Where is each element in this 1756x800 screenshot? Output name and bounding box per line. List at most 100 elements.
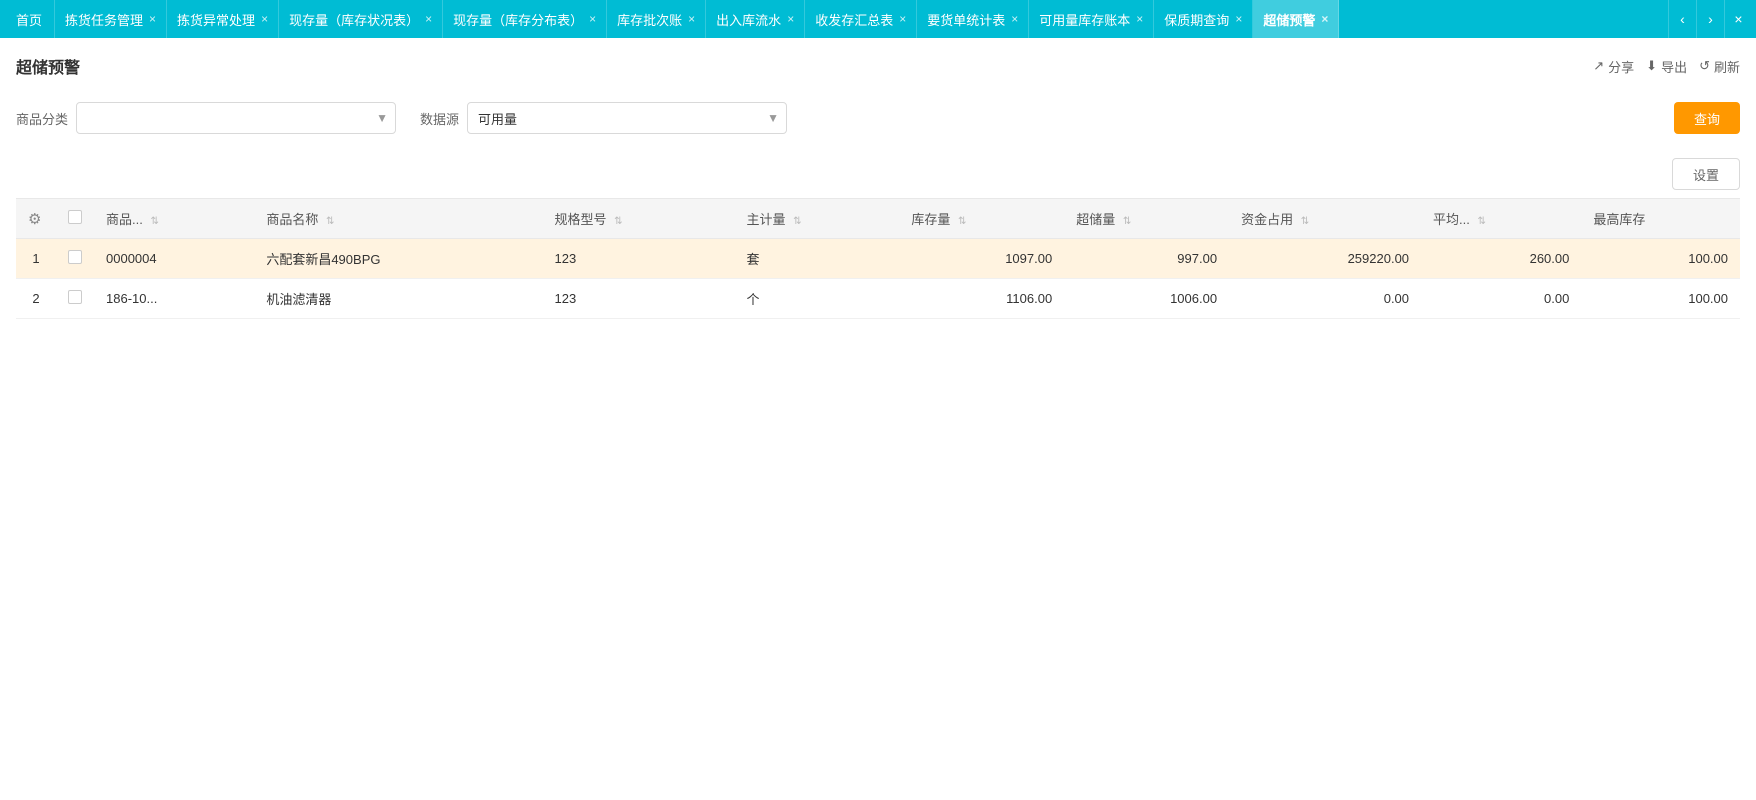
- refresh-icon: ↺: [1699, 58, 1710, 74]
- table-row: 1 0000004 六配套新昌490BPG 123 套 1097.00 997.…: [16, 239, 1740, 279]
- nav-arrow-left[interactable]: ‹: [1668, 0, 1696, 38]
- filter-buttons: 查询: [1674, 102, 1740, 134]
- category-label: 商品分类: [16, 109, 68, 128]
- th-name[interactable]: 商品名称 ⇅: [254, 199, 542, 239]
- td-unit: 套: [734, 239, 899, 279]
- gear-icon: ⚙: [28, 211, 41, 228]
- tab-roast-abnormal[interactable]: 拣货异常处理 ×: [167, 0, 279, 38]
- td-name: 六配套新昌490BPG: [254, 239, 542, 279]
- td-avg: 0.00: [1421, 279, 1581, 319]
- nav-arrow-more[interactable]: ×: [1724, 0, 1752, 38]
- export-action[interactable]: ⬇ 导出: [1646, 57, 1687, 76]
- header-checkbox[interactable]: [68, 210, 82, 224]
- th-gear[interactable]: ⚙: [16, 199, 56, 239]
- data-table: ⚙ 商品... ⇅ 商品名称 ⇅ 规格型号 ⇅ 主计量: [16, 198, 1740, 319]
- table-row: 2 186-10... 机油滤清器 123 个 1106.00 1006.00 …: [16, 279, 1740, 319]
- tab-collect[interactable]: 收发存汇总表 ×: [805, 0, 917, 38]
- td-seq: 1: [16, 239, 56, 279]
- page-title: 超储预警: [16, 54, 80, 78]
- filter-datasource: 数据源 ▼: [420, 102, 787, 134]
- tab-expire[interactable]: 保质期查询 ×: [1154, 0, 1253, 38]
- th-stock[interactable]: 库存量 ⇅: [899, 199, 1064, 239]
- tab-stock-dist[interactable]: 现存量（库存分布表） ×: [443, 0, 607, 38]
- tab-batch[interactable]: 库存批次账 ×: [607, 0, 706, 38]
- th-code[interactable]: 商品... ⇅: [94, 199, 254, 239]
- tab-close-roast-abnormal[interactable]: ×: [261, 12, 268, 26]
- th-capital[interactable]: 资金占用 ⇅: [1229, 199, 1421, 239]
- tab-close-batch[interactable]: ×: [688, 12, 695, 26]
- tab-close-stock-dist[interactable]: ×: [589, 12, 596, 26]
- th-unit[interactable]: 主计量 ⇅: [734, 199, 899, 239]
- category-select-wrapper: ▼: [76, 102, 396, 134]
- td-avg: 260.00: [1421, 239, 1581, 279]
- nav-home[interactable]: 首页: [4, 0, 55, 38]
- sort-avg-icon: ⇅: [1478, 216, 1486, 227]
- export-label: 导出: [1661, 57, 1687, 76]
- category-select[interactable]: [76, 102, 396, 134]
- tab-close-inout[interactable]: ×: [787, 12, 794, 26]
- th-spec[interactable]: 规格型号 ⇅: [543, 199, 735, 239]
- td-unit: 个: [734, 279, 899, 319]
- td-code: 186-10...: [94, 279, 254, 319]
- td-stock: 1106.00: [899, 279, 1064, 319]
- sort-capital-icon: ⇅: [1301, 216, 1309, 227]
- share-label: 分享: [1608, 57, 1634, 76]
- td-checkbox[interactable]: [56, 279, 94, 319]
- td-code: 0000004: [94, 239, 254, 279]
- tab-close-roast-task[interactable]: ×: [149, 12, 156, 26]
- tab-close-expire[interactable]: ×: [1235, 12, 1242, 26]
- datasource-select[interactable]: [467, 102, 787, 134]
- tab-close-collect[interactable]: ×: [899, 12, 906, 26]
- sort-stock-icon: ⇅: [958, 216, 966, 227]
- th-maxstock[interactable]: 最高库存: [1581, 199, 1740, 239]
- row-checkbox-0[interactable]: [68, 250, 82, 264]
- nav-arrows: ‹ › ×: [1668, 0, 1752, 38]
- export-icon: ⬇: [1646, 58, 1657, 74]
- tab-close-stock-status[interactable]: ×: [425, 12, 432, 26]
- td-spec: 123: [543, 279, 735, 319]
- td-over: 997.00: [1064, 239, 1229, 279]
- page-container: 超储预警 ↗ 分享 ⬇ 导出 ↺ 刷新 商品分类 ▼ 数据源: [0, 38, 1756, 800]
- tab-close-overstock[interactable]: ×: [1321, 12, 1328, 26]
- row-checkbox-1[interactable]: [68, 290, 82, 304]
- tab-stock-status[interactable]: 现存量（库存状况表） ×: [279, 0, 443, 38]
- tab-order-stat[interactable]: 要货单统计表 ×: [917, 0, 1029, 38]
- nav-arrow-right[interactable]: ›: [1696, 0, 1724, 38]
- page-header: 超储预警 ↗ 分享 ⬇ 导出 ↺ 刷新: [16, 54, 1740, 78]
- sort-over-icon: ⇅: [1123, 216, 1131, 227]
- th-avg[interactable]: 平均... ⇅: [1421, 199, 1581, 239]
- tab-close-order-stat[interactable]: ×: [1011, 12, 1018, 26]
- td-spec: 123: [543, 239, 735, 279]
- th-checkbox[interactable]: [56, 199, 94, 239]
- filter-area: 商品分类 ▼ 数据源 ▼ 查询: [16, 94, 1740, 142]
- tab-overstock[interactable]: 超储预警 ×: [1253, 0, 1339, 38]
- td-over: 1006.00: [1064, 279, 1229, 319]
- settings-button[interactable]: 设置: [1672, 158, 1740, 190]
- td-seq: 2: [16, 279, 56, 319]
- datasource-select-wrapper: ▼: [467, 102, 787, 134]
- td-capital: 259220.00: [1229, 239, 1421, 279]
- share-icon: ↗: [1593, 58, 1604, 74]
- tab-roast-task[interactable]: 拣货任务管理 ×: [55, 0, 167, 38]
- refresh-action[interactable]: ↺ 刷新: [1699, 57, 1740, 76]
- header-actions: ↗ 分享 ⬇ 导出 ↺ 刷新: [1593, 57, 1740, 76]
- td-stock: 1097.00: [899, 239, 1064, 279]
- tab-inout[interactable]: 出入库流水 ×: [706, 0, 805, 38]
- share-action[interactable]: ↗ 分享: [1593, 57, 1634, 76]
- tab-available[interactable]: 可用量库存账本 ×: [1029, 0, 1154, 38]
- datasource-label: 数据源: [420, 109, 459, 128]
- sort-name-icon: ⇅: [326, 216, 334, 227]
- table-body: 1 0000004 六配套新昌490BPG 123 套 1097.00 997.…: [16, 239, 1740, 319]
- query-button[interactable]: 查询: [1674, 102, 1740, 134]
- refresh-label: 刷新: [1714, 57, 1740, 76]
- tab-close-available[interactable]: ×: [1136, 12, 1143, 26]
- td-maxstock: 100.00: [1581, 279, 1740, 319]
- table-header-row: ⚙ 商品... ⇅ 商品名称 ⇅ 规格型号 ⇅ 主计量: [16, 199, 1740, 239]
- td-capital: 0.00: [1229, 279, 1421, 319]
- sort-code-icon: ⇅: [150, 216, 158, 227]
- sort-unit-icon: ⇅: [793, 216, 801, 227]
- td-checkbox[interactable]: [56, 239, 94, 279]
- filter-category: 商品分类 ▼: [16, 102, 396, 134]
- th-over[interactable]: 超储量 ⇅: [1064, 199, 1229, 239]
- nav-bar: 首页 拣货任务管理 × 拣货异常处理 × 现存量（库存状况表） × 现存量（库存…: [0, 0, 1756, 38]
